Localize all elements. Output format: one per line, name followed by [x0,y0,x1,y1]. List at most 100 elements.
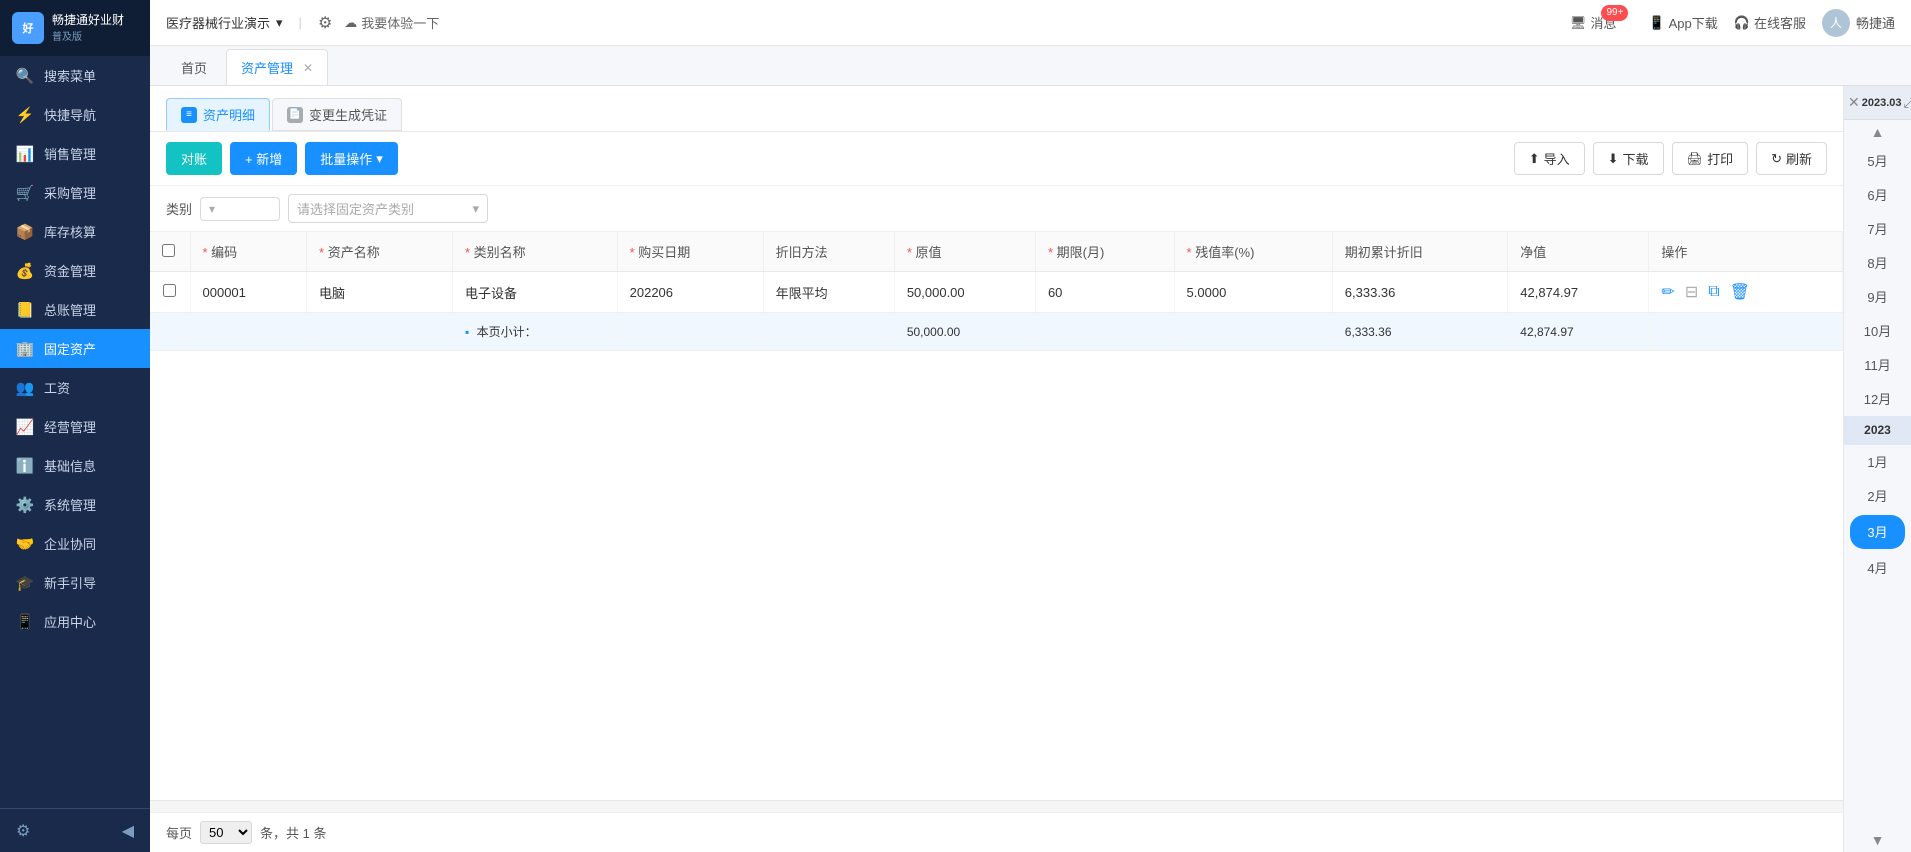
sidebar-item-basic-info[interactable]: ℹ️ 基础信息 [0,446,150,485]
tab-asset-mgmt[interactable]: 资产管理 ✕ [226,49,328,85]
import-label: 导入 [1544,149,1570,168]
user-menu[interactable]: 人 畅捷通 [1822,9,1895,37]
purchase-icon: 🛒 [16,184,34,202]
topbar-separator: | [299,15,302,30]
tabs-bar: 首页 资产管理 ✕ [150,46,1911,86]
sidebar-item-sales[interactable]: 📊 销售管理 [0,134,150,173]
date-item-2023-4[interactable]: 4月 [1844,551,1911,585]
topbar-gear-icon[interactable]: ⚙ [318,13,332,33]
delete-icon[interactable]: 🗑 [1730,282,1750,302]
asset-detail-tab-icon: ≡ [181,107,197,123]
sidebar-item-system[interactable]: ⚙️ 系统管理 [0,485,150,524]
sidebar-header: 好 畅捷通好业财 普及版 [0,0,150,56]
company-selector[interactable]: 医疗器械行业演示 ▾ [166,13,283,32]
guide-icon: 🎓 [16,574,34,592]
tab-asset-mgmt-label: 资产管理 [241,58,293,77]
th-net-value: 净值 [1508,232,1649,272]
date-sidebar-expand-icon[interactable]: ⤢ [1904,94,1911,111]
sidebar-item-inventory[interactable]: 📦 库存核算 [0,212,150,251]
date-item-8[interactable]: 8月 [1844,246,1911,280]
tab-home[interactable]: 首页 [166,49,222,85]
select-all-checkbox[interactable] [162,244,175,257]
tab-close-icon[interactable]: ✕ [303,61,313,75]
th-accumulated-depreciation: 期初累计折旧 [1332,232,1508,272]
th-depreciation-method: 折旧方法 [763,232,894,272]
row-checkbox[interactable] [163,284,176,297]
online-service-button[interactable]: 🎧 在线客服 [1734,13,1806,32]
sidebar-item-guide[interactable]: 🎓 新手引导 [0,563,150,602]
app-download-label: App下载 [1669,13,1718,32]
download-button[interactable]: ⬇ 下载 [1593,142,1664,175]
pagination-bar: 每页 50 100 200 条，共 1 条 [150,812,1843,852]
subtotal-label: 本页小计： [477,325,537,339]
sidebar-item-quick-nav[interactable]: ⚡ 快捷导航 [0,95,150,134]
sub-tab-asset-detail[interactable]: ≡ 资产明细 [166,98,270,131]
edit-icon[interactable]: ✏ [1661,282,1674,302]
date-item-7[interactable]: 7月 [1844,212,1911,246]
date-item-11[interactable]: 11月 [1844,348,1911,382]
filter-row: 类别 ▾ 请选择固定资产类别 ▾ [150,186,1843,232]
date-sidebar-close-icon[interactable]: ✕ [1848,94,1860,111]
experience-button[interactable]: ☁ 我要体验一下 [344,13,439,32]
sidebar-item-label: 系统管理 [44,495,96,514]
subtotal-original-value: 50,000.00 [894,313,1035,351]
date-nav-up[interactable]: ▲ [1844,120,1911,144]
batch-ops-button[interactable]: 批量操作 ▾ [305,142,398,175]
th-actions: 操作 [1649,232,1843,272]
sidebar-item-label: 采购管理 [44,183,96,202]
filter-label: 类别 [166,199,192,218]
sidebar-item-purchase[interactable]: 🛒 采购管理 [0,173,150,212]
category-filter-input[interactable]: 请选择固定资产类别 ▾ [288,194,488,223]
clone-icon[interactable]: ⧉ [1708,283,1719,301]
sidebar-item-finance[interactable]: 💰 资金管理 [0,251,150,290]
account-button[interactable]: 对账 [166,142,222,175]
sidebar-item-operations[interactable]: 📈 经营管理 [0,407,150,446]
sidebar-item-label: 企业协同 [44,534,96,553]
sidebar-item-ledger[interactable]: 📒 总账管理 [0,290,150,329]
date-item-10[interactable]: 10月 [1844,314,1911,348]
import-button[interactable]: ⬆ 导入 [1514,142,1585,175]
import-icon: ⬆ [1529,151,1540,167]
print-label: 打印 [1707,149,1733,168]
row-depreciation-method: 年限平均 [763,272,894,313]
date-item-2023-3[interactable]: 3月 [1850,515,1905,549]
topbar: 医疗器械行业演示 ▾ | ⚙ ☁ 我要体验一下 🖥 消息 99+ 📱 App下载… [150,0,1911,46]
table-header-row: 编码 资产名称 类别名称 购买日期 折旧方法 原值 期限(月) 残值率(%) 期… [150,232,1843,272]
sidebar-item-app-center[interactable]: 📱 应用中心 [0,602,150,641]
refresh-button[interactable]: ↻ 刷新 [1756,142,1827,175]
sub-tabs: ≡ 资产明细 📄 变更生成凭证 [150,86,1843,132]
sub-tab-asset-detail-label: 资产明细 [203,105,255,124]
date-item-12[interactable]: 12月 [1844,382,1911,416]
sidebar-item-fixed-assets[interactable]: 🏢 固定资产 [0,329,150,368]
row-actions: ✏ ⊟ ⧉ 🗑 [1649,272,1843,313]
date-item-9[interactable]: 9月 [1844,280,1911,314]
messages-button[interactable]: 🖥 消息 99+ [1570,13,1617,32]
new-button[interactable]: + 新增 [230,142,297,175]
per-page-select[interactable]: 50 100 200 [200,821,252,844]
sidebar-collapse-button[interactable]: ◀ [122,821,134,841]
th-purchase-date: 购买日期 [617,232,763,272]
date-item-2023-2[interactable]: 2月 [1844,479,1911,513]
sidebar-item-search[interactable]: 🔍 搜索菜单 [0,56,150,95]
pagination-total: 条，共 1 条 [260,823,326,842]
sidebar-item-cooperation[interactable]: 🤝 企业协同 [0,524,150,563]
date-nav-down[interactable]: ▼ [1844,828,1911,852]
batch-ops-label: 批量操作 [320,149,372,168]
horizontal-scrollbar[interactable] [150,800,1843,812]
copy-icon[interactable]: ⊟ [1685,282,1698,302]
sub-tab-change-voucher[interactable]: 📄 变更生成凭证 [272,98,402,131]
print-button[interactable]: 🖨 打印 [1672,142,1749,175]
payroll-icon: 👥 [16,379,34,397]
date-sidebar-header: ✕ 2023.03 ⤢ [1844,86,1911,120]
date-item-5[interactable]: 5月 [1844,144,1911,178]
app-download-button[interactable]: 📱 App下载 [1648,13,1717,32]
sidebar-item-payroll[interactable]: 👥 工资 [0,368,150,407]
subtotal-empty-name [307,313,453,351]
sidebar: 好 畅捷通好业财 普及版 🔍 搜索菜单 ⚡ 快捷导航 📊 销售管理 🛒 采购管理… [0,0,150,852]
sidebar-settings-icon[interactable]: ⚙ [16,821,30,841]
subtotal-empty-period [1035,313,1174,351]
cloud-icon: ☁ [344,15,357,31]
date-item-6[interactable]: 6月 [1844,178,1911,212]
category-filter-select[interactable]: ▾ [200,197,280,221]
date-item-2023-1[interactable]: 1月 [1844,445,1911,479]
